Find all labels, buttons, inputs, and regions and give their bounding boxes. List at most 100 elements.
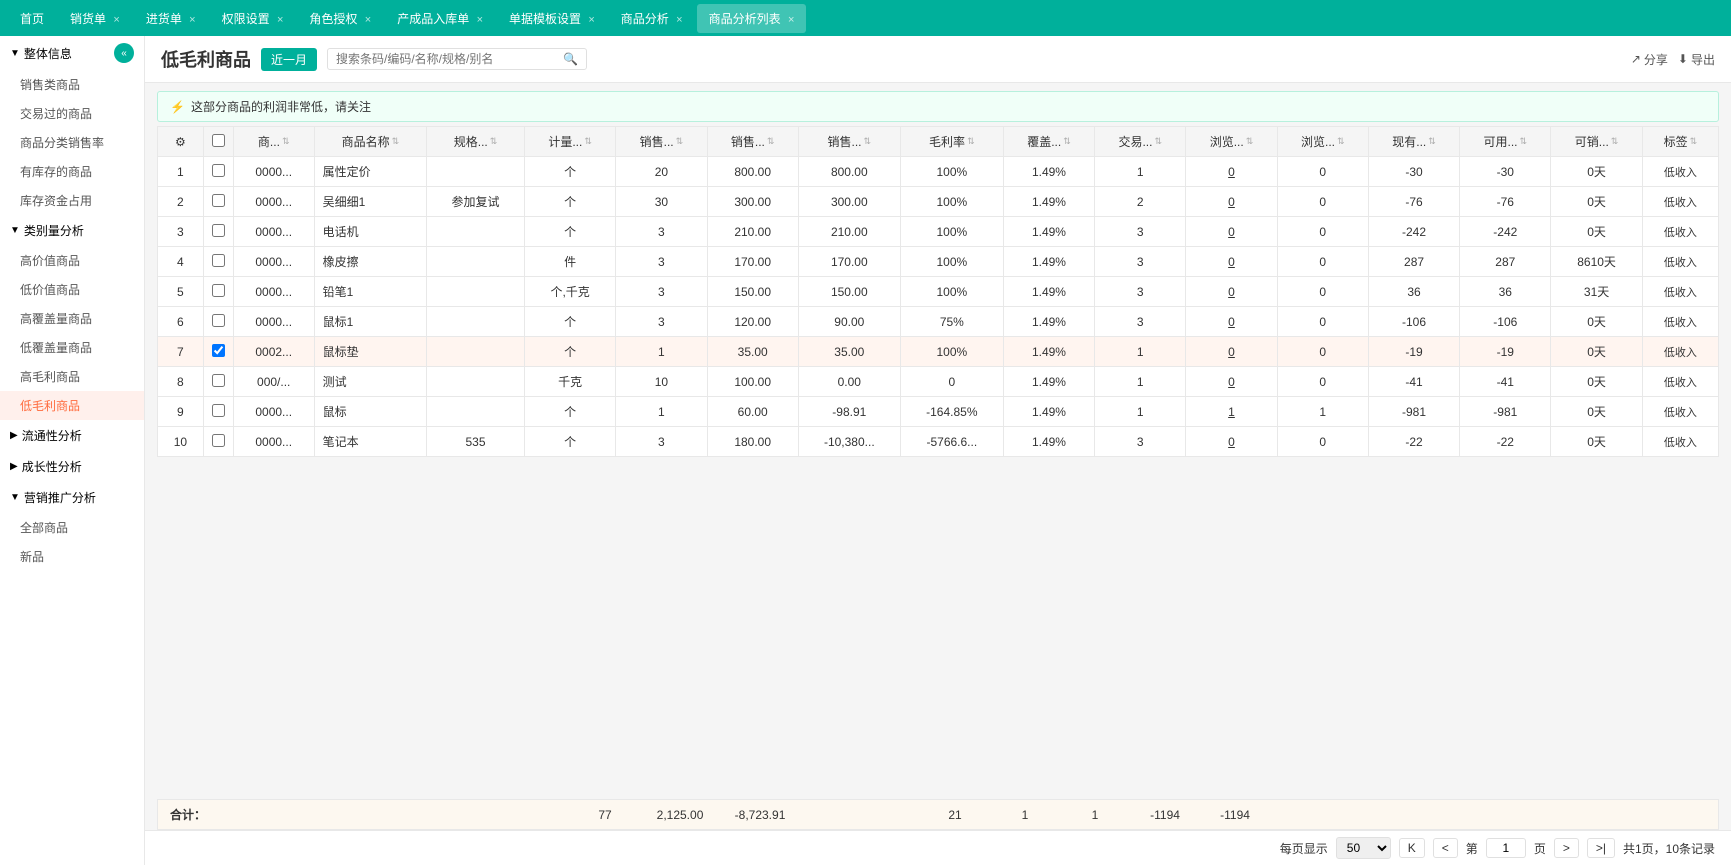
row-checkbox[interactable] <box>212 344 225 357</box>
browse-link[interactable]: 0 <box>1228 315 1235 329</box>
row-checkbox[interactable] <box>212 374 225 387</box>
row-browse1[interactable]: 0 <box>1186 367 1277 397</box>
sales-amount-header[interactable]: 销售...⇅ <box>798 127 900 157</box>
tag-header[interactable]: 标签⇅ <box>1642 127 1718 157</box>
browse-link[interactable]: 0 <box>1228 165 1235 179</box>
sidebar-item-low-value[interactable]: 低价值商品 <box>0 275 144 304</box>
row-checkbox-cell[interactable] <box>203 397 233 427</box>
row-browse1[interactable]: 0 <box>1186 277 1277 307</box>
close-icon[interactable]: × <box>477 14 483 26</box>
page-size-select[interactable]: 50 100 200 <box>1336 837 1391 859</box>
row-checkbox[interactable] <box>212 434 225 447</box>
row-browse1[interactable]: 0 <box>1186 157 1277 187</box>
sidebar-item-low-margin[interactable]: 低毛利商品 <box>0 391 144 420</box>
unit-header[interactable]: 计量...⇅ <box>525 127 616 157</box>
settings-header[interactable]: ⚙ <box>158 127 204 157</box>
browse-link[interactable]: 0 <box>1228 225 1235 239</box>
close-icon[interactable]: × <box>189 14 195 26</box>
row-checkbox[interactable] <box>212 254 225 267</box>
sidebar-section-header-flow[interactable]: ▶ 流通性分析 <box>0 420 144 451</box>
row-checkbox-cell[interactable] <box>203 427 233 457</box>
nav-item-purchase[interactable]: 进货单 × <box>134 4 208 33</box>
sales-qty-header[interactable]: 销售...⇅ <box>616 127 707 157</box>
row-checkbox[interactable] <box>212 194 225 207</box>
row-checkbox[interactable] <box>212 404 225 417</box>
nav-item-sales[interactable]: 销货单 × <box>58 4 132 33</box>
browse-link[interactable]: 0 <box>1228 255 1235 269</box>
browse-link[interactable]: 0 <box>1228 435 1235 449</box>
sidebar-item-high-inventory[interactable]: 高覆盖量商品 <box>0 304 144 333</box>
browse-link[interactable]: 0 <box>1228 345 1235 359</box>
sidebar-section-header-quantity[interactable]: ▼ 类别量分析 <box>0 215 144 246</box>
share-button[interactable]: ↗ 分享 <box>1631 51 1668 68</box>
first-page-button[interactable]: K <box>1399 838 1425 858</box>
spec-header[interactable]: 规格...⇅ <box>427 127 525 157</box>
sidebar-section-header-marketing[interactable]: ▼ 营销推广分析 <box>0 482 144 513</box>
close-icon[interactable]: × <box>788 14 794 26</box>
row-browse1[interactable]: 0 <box>1186 337 1277 367</box>
row-checkbox-cell[interactable] <box>203 367 233 397</box>
select-all-checkbox[interactable] <box>212 134 225 147</box>
current-stock-header[interactable]: 现有...⇅ <box>1368 127 1459 157</box>
saleable-header[interactable]: 可销...⇅ <box>1551 127 1642 157</box>
next-page-button[interactable]: > <box>1554 838 1579 858</box>
browse-link[interactable]: 0 <box>1228 285 1235 299</box>
nav-item-permissions[interactable]: 权限设置 × <box>210 4 296 33</box>
row-checkbox[interactable] <box>212 164 225 177</box>
sidebar-item-low-inventory[interactable]: 低覆盖量商品 <box>0 333 144 362</box>
row-checkbox-cell[interactable] <box>203 217 233 247</box>
row-checkbox-cell[interactable] <box>203 247 233 277</box>
sidebar-section-header-growth[interactable]: ▶ 成长性分析 <box>0 451 144 482</box>
row-checkbox-cell[interactable] <box>203 307 233 337</box>
search-input[interactable] <box>336 52 557 66</box>
row-checkbox-cell[interactable] <box>203 277 233 307</box>
sidebar-item-traded-goods[interactable]: 交易过的商品 <box>0 99 144 128</box>
row-browse1[interactable]: 0 <box>1186 217 1277 247</box>
row-browse1[interactable]: 1 <box>1186 397 1277 427</box>
sidebar-section-header-overall[interactable]: ▼ 整体信息 « <box>0 36 144 70</box>
browse-link[interactable]: 0 <box>1228 195 1235 209</box>
row-checkbox[interactable] <box>212 224 225 237</box>
row-browse1[interactable]: 0 <box>1186 307 1277 337</box>
row-checkbox-cell[interactable] <box>203 337 233 367</box>
nav-item-roles[interactable]: 角色授权 × <box>297 4 383 33</box>
row-checkbox-cell[interactable] <box>203 157 233 187</box>
browse1-header[interactable]: 浏览...⇅ <box>1186 127 1277 157</box>
trade-count-header[interactable]: 交易...⇅ <box>1095 127 1186 157</box>
close-icon[interactable]: × <box>676 14 682 26</box>
search-icon[interactable]: 🔍 <box>563 52 578 66</box>
browse2-header[interactable]: 浏览...⇅ <box>1277 127 1368 157</box>
close-icon[interactable]: × <box>113 14 119 26</box>
browse-link[interactable]: 1 <box>1228 405 1235 419</box>
sidebar-item-high-value[interactable]: 高价值商品 <box>0 246 144 275</box>
sidebar-collapse-button[interactable]: « <box>114 43 134 63</box>
row-checkbox[interactable] <box>212 284 225 297</box>
sales-price-header[interactable]: 销售...⇅ <box>707 127 798 157</box>
sidebar-item-high-margin[interactable]: 高毛利商品 <box>0 362 144 391</box>
close-icon[interactable]: × <box>277 14 283 26</box>
page-number-input[interactable] <box>1486 838 1526 858</box>
close-icon[interactable]: × <box>365 14 371 26</box>
row-checkbox[interactable] <box>212 314 225 327</box>
available-header[interactable]: 可用...⇅ <box>1460 127 1551 157</box>
code-header[interactable]: 商...⇅ <box>233 127 314 157</box>
sidebar-item-new-goods[interactable]: 新品 <box>0 542 144 571</box>
date-filter-button[interactable]: 近一月 <box>261 48 317 71</box>
coverage-header[interactable]: 覆盖...⇅ <box>1003 127 1094 157</box>
sidebar-item-goods-sales-rate[interactable]: 商品分类销售率 <box>0 128 144 157</box>
sidebar-item-all-goods[interactable]: 全部商品 <box>0 513 144 542</box>
name-header[interactable]: 商品名称⇅ <box>314 127 426 157</box>
sidebar-item-in-stock[interactable]: 有库存的商品 <box>0 157 144 186</box>
nav-item-home[interactable]: 首页 <box>8 4 56 33</box>
prev-page-button[interactable]: < <box>1433 838 1458 858</box>
row-browse1[interactable]: 0 <box>1186 427 1277 457</box>
sidebar-item-sales-goods[interactable]: 销售类商品 <box>0 70 144 99</box>
checkbox-header[interactable] <box>203 127 233 157</box>
sidebar-item-capital-occupied[interactable]: 库存资金占用 <box>0 186 144 215</box>
nav-item-products[interactable]: 产成品入库单 × <box>385 4 495 33</box>
nav-item-goods-list[interactable]: 商品分析列表 × <box>697 4 807 33</box>
browse-link[interactable]: 0 <box>1228 375 1235 389</box>
margin-rate-header[interactable]: 毛利率⇅ <box>900 127 1003 157</box>
row-browse1[interactable]: 0 <box>1186 247 1277 277</box>
row-browse1[interactable]: 0 <box>1186 187 1277 217</box>
